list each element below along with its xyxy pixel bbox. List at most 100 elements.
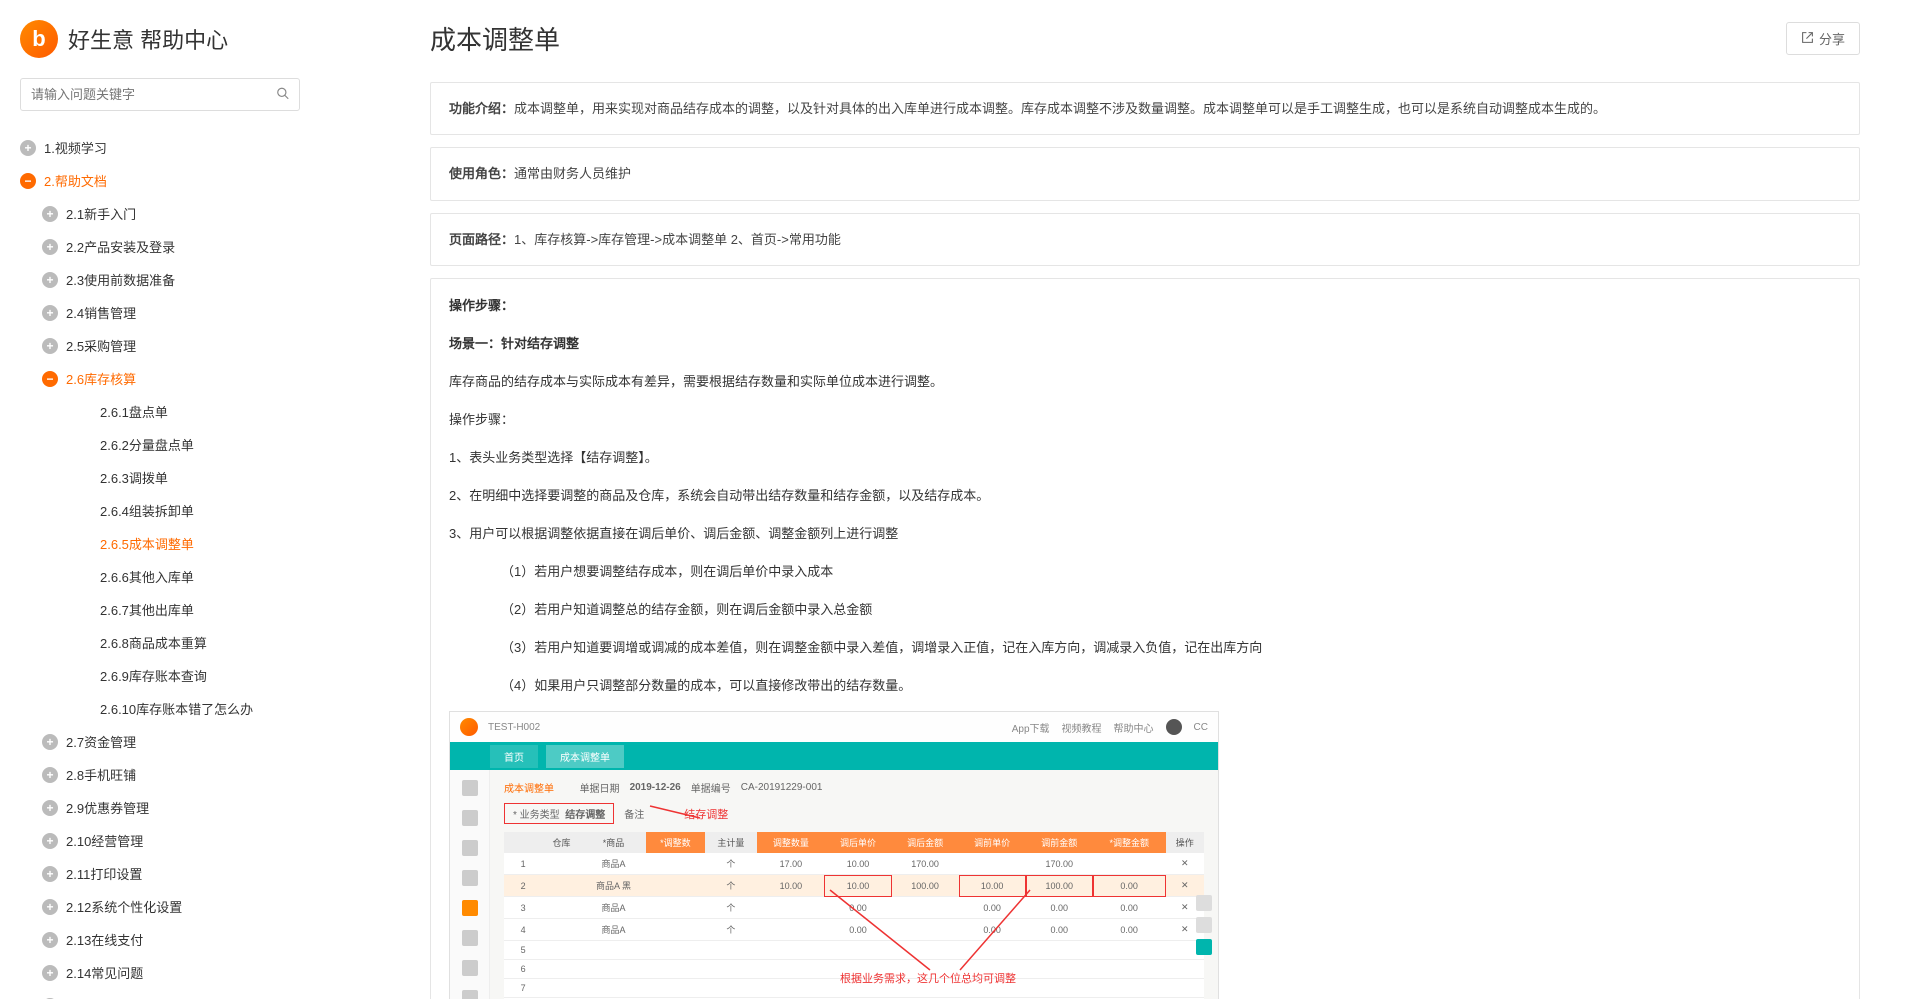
- ss-td: [959, 853, 1026, 875]
- ss-th: *调整金额: [1093, 832, 1166, 853]
- ss-body: 成本调整单 单据日期 2019-12-26 单据编号 CA-20191229-0…: [490, 770, 1218, 999]
- nav-2-1[interactable]: 2.1新手入门: [42, 197, 300, 230]
- ss-td: [705, 941, 758, 960]
- nav-2-4[interactable]: 2.4销售管理: [42, 296, 300, 329]
- nav-2-8[interactable]: 2.8手机旺铺: [42, 758, 300, 791]
- nav-2-6-9[interactable]: 2.6.9库存账本查询: [100, 659, 300, 692]
- ss-th: [504, 832, 542, 853]
- ss-td: [1093, 941, 1166, 960]
- ss-td: 0.00: [1026, 897, 1093, 919]
- share-button[interactable]: 分享: [1786, 22, 1860, 55]
- nav-label: 1.视频学习: [44, 138, 107, 157]
- ss-td: 0.00: [959, 919, 1026, 941]
- ss-td: 商品A 黑: [581, 875, 647, 897]
- nav-label: 2.5采购管理: [66, 336, 136, 355]
- ss-td: ✕: [1166, 853, 1204, 875]
- nav-label: 2.1新手入门: [66, 204, 136, 223]
- ss-side-icon: [462, 960, 478, 976]
- nav-2-6-4[interactable]: 2.6.4组装拆卸单: [100, 494, 300, 527]
- nav-2-6-7[interactable]: 2.6.7其他出库单: [100, 593, 300, 626]
- ss-td: 商品A: [581, 919, 647, 941]
- nav-2-2[interactable]: 2.2产品安装及登录: [42, 230, 300, 263]
- ss-td: 1: [504, 853, 542, 875]
- ss-td: [581, 941, 647, 960]
- step-1: 1、表头业务类型选择【结存调整】。: [449, 445, 1841, 471]
- page-header: 成本调整单 分享: [430, 20, 1860, 57]
- ss-biztype-value: 结存调整: [565, 810, 605, 821]
- share-label: 分享: [1819, 29, 1845, 48]
- intro-label: 功能介绍：: [449, 101, 514, 116]
- nav-2-13[interactable]: 2.13在线支付: [42, 923, 300, 956]
- nav-2-6-2[interactable]: 2.6.2分量盘点单: [100, 428, 300, 461]
- ss-tool-icon: [1196, 895, 1212, 911]
- nav-label: 2.14常见问题: [66, 963, 143, 982]
- ss-th: 调前单价: [959, 832, 1026, 853]
- nav-2-6[interactable]: 2.6库存核算: [42, 362, 300, 395]
- ss-td: [892, 919, 959, 941]
- ss-td: [959, 941, 1026, 960]
- ss-td: [542, 919, 580, 941]
- role-text: 通常由财务人员维护: [514, 166, 631, 181]
- step-3-3: （3）若用户知道要调增或调减的成本差值，则在调整金额中录入差值，调增录入正值，记…: [449, 635, 1841, 661]
- nav-2-3[interactable]: 2.3使用前数据准备: [42, 263, 300, 296]
- ss-td: [824, 941, 891, 960]
- content-block: 操作步骤： 场景一：针对结存调整 库存商品的结存成本与实际成本有差异，需要根据结…: [430, 278, 1860, 999]
- ss-td: [646, 960, 704, 979]
- ss-td: 个: [705, 919, 758, 941]
- nav-2-6-6[interactable]: 2.6.6其他入库单: [100, 560, 300, 593]
- ss-td: 商品A: [581, 853, 647, 875]
- nav-2-12[interactable]: 2.12系统个性化设置: [42, 890, 300, 923]
- ss-user: CC: [1194, 722, 1208, 733]
- nav-label: 2.11打印设置: [66, 864, 142, 883]
- path-label: 页面路径：: [449, 232, 514, 247]
- page-title: 成本调整单: [430, 20, 560, 57]
- nav-label: 2.12系统个性化设置: [66, 897, 182, 916]
- ss-td: 100.00: [1026, 875, 1093, 897]
- nav-help-docs[interactable]: 2.帮助文档: [20, 164, 300, 197]
- ss-td: [1026, 979, 1093, 998]
- ss-td: 0.00: [959, 897, 1026, 919]
- ss-tab-home: 首页: [490, 745, 538, 768]
- brand-text: 好生意 帮助中心: [68, 23, 228, 55]
- ss-th: 仓库: [542, 832, 580, 853]
- nav-2-10[interactable]: 2.10经营管理: [42, 824, 300, 857]
- ss-td: [542, 941, 580, 960]
- nav-2-6-5[interactable]: 2.6.5成本调整单: [100, 527, 300, 560]
- nav-2-6-10[interactable]: 2.6.10库存账本错了怎么办: [100, 692, 300, 725]
- ss-right-icons: [1196, 895, 1212, 955]
- search-icon[interactable]: [276, 86, 290, 103]
- ss-code-value: CA-20191229-001: [741, 782, 823, 793]
- ss-th: 调前金额: [1026, 832, 1093, 853]
- ss-td: [757, 919, 824, 941]
- ss-td: [757, 897, 824, 919]
- nav-video-learning[interactable]: 1.视频学习: [20, 131, 300, 164]
- nav-label: 2.帮助文档: [44, 171, 107, 190]
- share-icon: [1801, 31, 1814, 47]
- ss-tabbar: 首页 成本调整单: [450, 742, 1218, 770]
- nav-2-15[interactable]: 2.15操作案例: [42, 989, 300, 999]
- ss-td: [757, 960, 824, 979]
- ss-side-icon: [462, 780, 478, 796]
- ss-th: 操作: [1166, 832, 1204, 853]
- ss-tool-icon: [1196, 939, 1212, 955]
- intro-box: 功能介绍：成本调整单，用来实现对商品结存成本的调整，以及针对具体的出入库单进行成…: [430, 82, 1860, 135]
- ss-td: [646, 941, 704, 960]
- nav-label: 2.13在线支付: [66, 930, 143, 949]
- nav-2-6-8[interactable]: 2.6.8商品成本重算: [100, 626, 300, 659]
- search-input[interactable]: [20, 78, 300, 111]
- ss-logo-icon: [460, 718, 478, 736]
- ss-td: [1026, 941, 1093, 960]
- ss-td: [705, 960, 758, 979]
- ss-row: 4商品A个0.000.000.000.00✕: [504, 919, 1204, 941]
- ss-td: 0.00: [1093, 875, 1166, 897]
- nav-2-5[interactable]: 2.5采购管理: [42, 329, 300, 362]
- nav-2-7[interactable]: 2.7资金管理: [42, 725, 300, 758]
- nav-2-9[interactable]: 2.9优惠券管理: [42, 791, 300, 824]
- nav-2-6-1[interactable]: 2.6.1盘点单: [100, 395, 300, 428]
- nav-2-11[interactable]: 2.11打印设置: [42, 857, 300, 890]
- ss-td: 10.00: [757, 875, 824, 897]
- nav-2-6-3[interactable]: 2.6.3调拨单: [100, 461, 300, 494]
- ss-td: 0.00: [1026, 919, 1093, 941]
- nav-2-14[interactable]: 2.14常见问题: [42, 956, 300, 989]
- ss-top-link: 帮助中心: [1114, 720, 1154, 735]
